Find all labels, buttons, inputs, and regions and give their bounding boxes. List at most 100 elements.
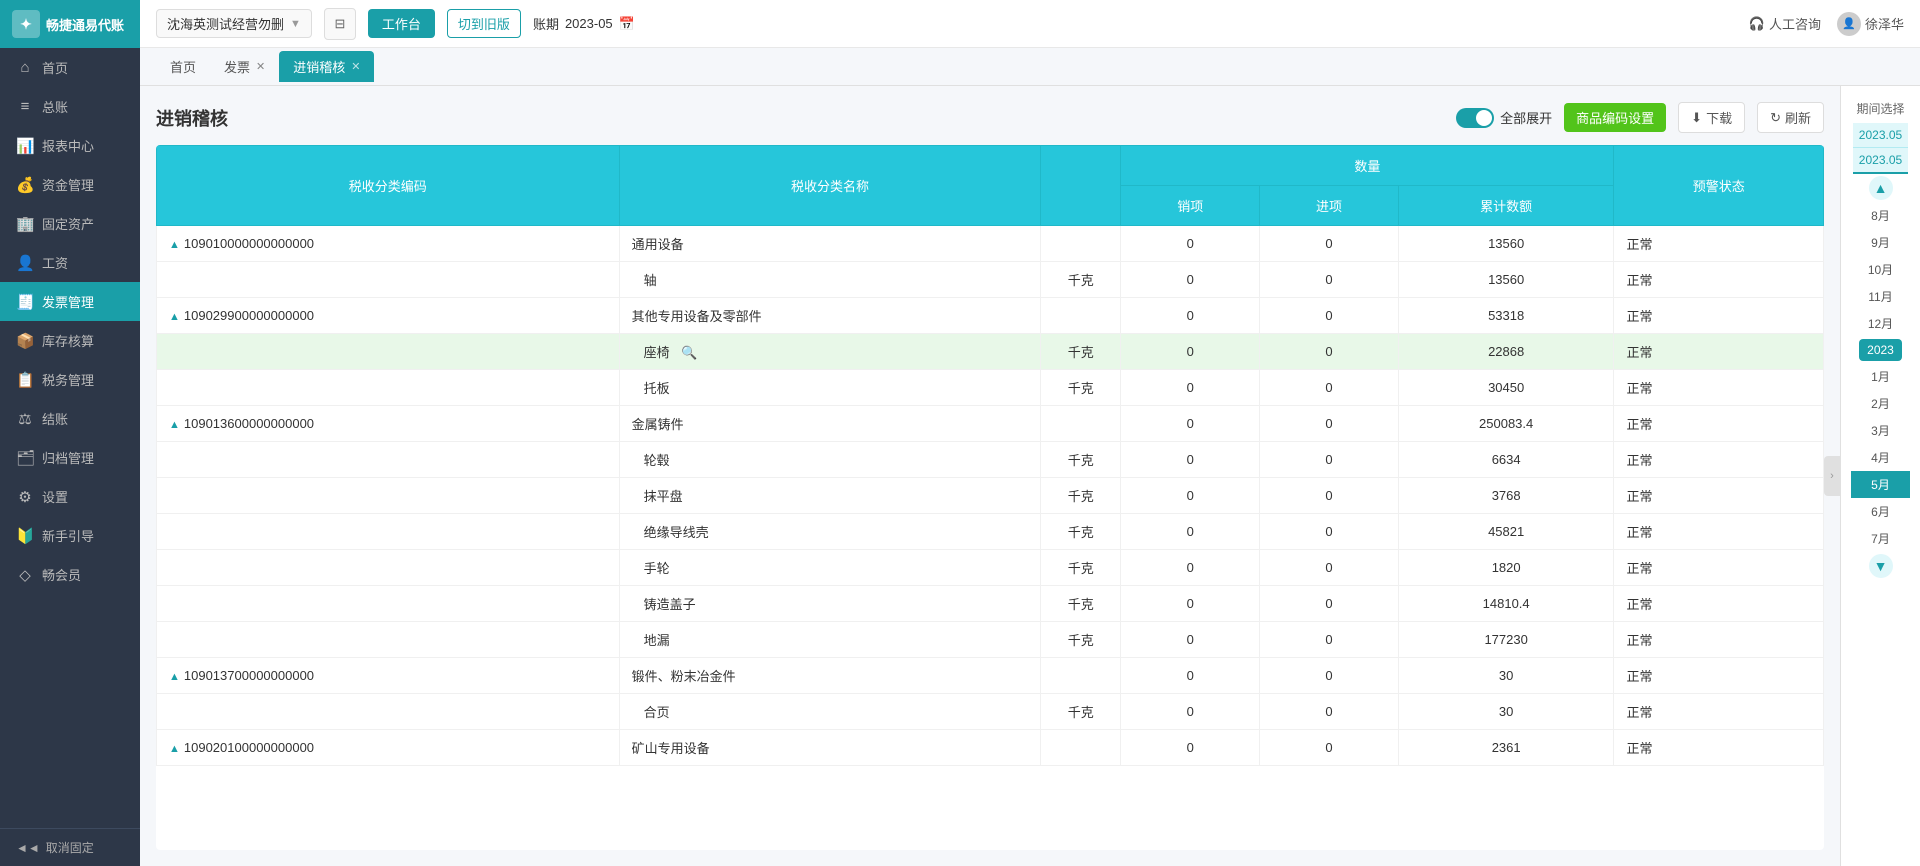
col-warning: 预警状态 [1614, 146, 1824, 226]
collapse-icon[interactable]: ▲ [169, 239, 180, 251]
table-cell-unit [1041, 406, 1121, 442]
col-purchase: 进项 [1260, 186, 1399, 226]
table-cell-warning: 正常 [1614, 622, 1824, 658]
workbench-button[interactable]: 工作台 [368, 9, 435, 38]
sidebar-item-payroll[interactable]: 👤 工资 [0, 243, 140, 282]
period-month-item[interactable]: 2月 [1851, 390, 1910, 417]
expand-toggle-switch[interactable] [1456, 108, 1494, 128]
table-cell-sale: 0 [1121, 298, 1260, 334]
table-cell-sale: 0 [1121, 478, 1260, 514]
table-cell-unit: 千克 [1041, 370, 1121, 406]
calendar-icon[interactable]: 📅 [619, 16, 635, 32]
tab-home[interactable]: 首页 [156, 51, 210, 82]
sidebar-item-settle[interactable]: ⚖ 结账 [0, 399, 140, 438]
period-header-2[interactable]: 2023.05 [1853, 148, 1908, 174]
refresh-button[interactable]: ↻ 刷新 [1757, 102, 1824, 133]
sidebar-item-assets-label: 固定资产 [42, 214, 94, 233]
period-value: 2023-05 [565, 16, 613, 31]
collapse-icon[interactable]: ▲ [169, 671, 180, 683]
search-icon[interactable]: 🔍 [681, 345, 697, 360]
period-up-btn[interactable]: ▲ [1869, 176, 1893, 200]
save-icon-btn[interactable]: ⊟ [324, 8, 356, 40]
period-month-item[interactable]: 9月 [1851, 229, 1910, 256]
collapse-icon[interactable]: ▲ [169, 743, 180, 755]
sidebar-item-archive[interactable]: 🗂 归档管理 [0, 438, 140, 477]
table-cell-purchase: 0 [1260, 334, 1399, 370]
table-cell-code: ▲109010000000000000 [157, 226, 620, 262]
period-month-item[interactable]: 7月 [1851, 525, 1910, 552]
table-cell-total: 30 [1398, 694, 1614, 730]
period-month-item[interactable]: 1月 [1851, 363, 1910, 390]
table-cell-warning: 正常 [1614, 478, 1824, 514]
sidebar-item-assets[interactable]: 🏢 固定资产 [0, 204, 140, 243]
period-header-1[interactable]: 2023.05 [1853, 123, 1908, 148]
period-down-btn[interactable]: ▼ [1869, 554, 1893, 578]
sidebar-item-tax[interactable]: 📋 税务管理 [0, 360, 140, 399]
table-cell-total: 1820 [1398, 550, 1614, 586]
table-cell-name: 绝缘导线壳 [619, 514, 1041, 550]
sidebar-item-member[interactable]: ◇ 畅会员 [0, 555, 140, 594]
table-cell-purchase: 0 [1260, 478, 1399, 514]
table-cell-unit: 千克 [1041, 334, 1121, 370]
sidebar-item-inventory[interactable]: 📦 库存核算 [0, 321, 140, 360]
sidebar-item-guide-label: 新手引导 [42, 526, 94, 545]
sidebar-item-guide[interactable]: 🔰 新手引导 [0, 516, 140, 555]
tab-reconcile[interactable]: 进销稽核 ✕ [279, 51, 374, 82]
table-cell-sale: 0 [1121, 514, 1260, 550]
table-cell-unit: 千克 [1041, 694, 1121, 730]
sidebar-item-reports[interactable]: 📊 报表中心 [0, 126, 140, 165]
table-cell-purchase: 0 [1260, 622, 1399, 658]
sidebar-item-funds[interactable]: 💰 资金管理 [0, 165, 140, 204]
sidebar-item-settings[interactable]: ⚙ 设置 [0, 477, 140, 516]
period-month-item[interactable]: 5月 [1851, 471, 1910, 498]
collapse-icon[interactable]: ▲ [169, 419, 180, 431]
table-cell-warning: 正常 [1614, 262, 1824, 298]
page-header: 进销稽核 全部展开 商品编码设置 ⬇ 下载 ↻ 刷新 [156, 102, 1840, 133]
sidebar-item-invoice[interactable]: 🧾 发票管理 [0, 282, 140, 321]
unpin-button[interactable]: ◄◄ 取消固定 [0, 828, 140, 866]
panel-collapse-btn[interactable]: › [1824, 456, 1840, 496]
table-cell-unit [1041, 298, 1121, 334]
user-menu[interactable]: 👤 徐泽华 [1837, 12, 1904, 36]
company-selector[interactable]: 沈海英测试经营勿删 ▼ [156, 9, 312, 38]
reports-icon: 📊 [16, 137, 34, 155]
table-cell-unit [1041, 730, 1121, 766]
table-cell-unit: 千克 [1041, 622, 1121, 658]
switch-version-button[interactable]: 切到旧版 [447, 9, 521, 38]
table-cell-sale: 0 [1121, 622, 1260, 658]
period-month-item[interactable]: 4月 [1851, 444, 1910, 471]
product-code-button[interactable]: 商品编码设置 [1564, 103, 1666, 132]
table-cell-code: ▲109029900000000000 [157, 298, 620, 334]
collapse-icon[interactable]: ▲ [169, 311, 180, 323]
table-cell-warning: 正常 [1614, 406, 1824, 442]
table-cell-sale: 0 [1121, 586, 1260, 622]
close-reconcile-icon[interactable]: ✕ [351, 60, 360, 73]
sidebar-item-home[interactable]: ⌂ 首页 [0, 48, 140, 87]
right-panel: 期间选择 2023.05 2023.05 ▲ 8月9月10月11月12月2023… [1840, 86, 1920, 866]
col-quantity-group: 数量 [1121, 146, 1614, 186]
table-cell-total: 3768 [1398, 478, 1614, 514]
period-year-label[interactable]: 2023 [1859, 339, 1902, 361]
period-month-item[interactable]: 6月 [1851, 498, 1910, 525]
table-cell-purchase: 0 [1260, 298, 1399, 334]
tab-invoice-label: 发票 [224, 57, 250, 76]
sidebar-item-settings-label: 设置 [42, 487, 68, 506]
period-month-item[interactable]: 3月 [1851, 417, 1910, 444]
table-cell-code [157, 370, 620, 406]
period-month-item[interactable]: 11月 [1851, 283, 1910, 310]
period-month-item[interactable]: 12月 [1851, 310, 1910, 337]
sidebar-item-ledger[interactable]: ≡ 总账 [0, 87, 140, 126]
table-cell-unit: 千克 [1041, 442, 1121, 478]
tax-icon: 📋 [16, 371, 34, 389]
period-month-item[interactable]: 8月 [1851, 202, 1910, 229]
table-cell-name: 矿山专用设备 [619, 730, 1041, 766]
table-cell-warning: 正常 [1614, 442, 1824, 478]
table-cell-sale: 0 [1121, 262, 1260, 298]
tab-invoice[interactable]: 发票 ✕ [210, 51, 279, 82]
close-invoice-icon[interactable]: ✕ [256, 60, 265, 73]
download-button[interactable]: ⬇ 下载 [1678, 102, 1745, 133]
sidebar-item-funds-label: 资金管理 [42, 175, 94, 194]
period-month-item[interactable]: 10月 [1851, 256, 1910, 283]
table-cell-total: 30450 [1398, 370, 1614, 406]
service-button[interactable]: 🎧 人工咨询 [1749, 14, 1821, 33]
